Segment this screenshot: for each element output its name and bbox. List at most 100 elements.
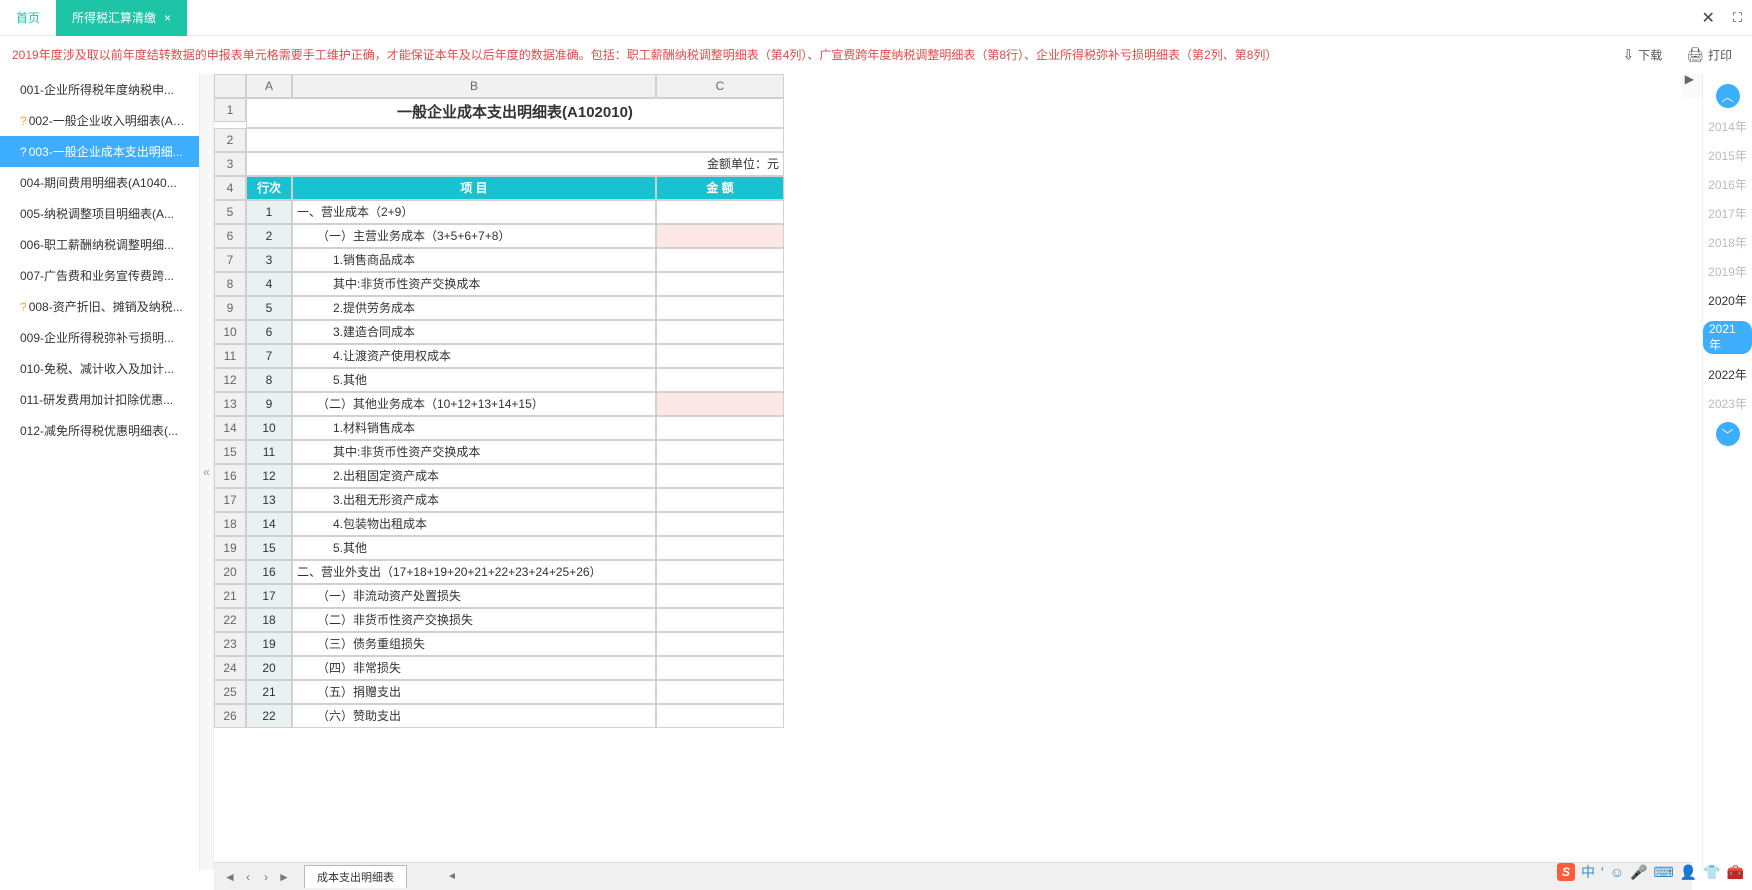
col-header-A[interactable]: A — [246, 74, 292, 98]
row-header-2[interactable]: 2 — [214, 128, 246, 152]
sidebar-item-5[interactable]: 006-职工薪酬纳税调整明细... — [0, 229, 199, 260]
sidebar-item-6[interactable]: 007-广告费和业务宣传费跨... — [0, 260, 199, 291]
row-header-3[interactable]: 3 — [214, 152, 246, 176]
year-2021年[interactable]: 2021年 — [1703, 321, 1752, 354]
year-2020年[interactable]: 2020年 — [1708, 292, 1747, 309]
amount-cell[interactable] — [656, 440, 784, 464]
year-2022年[interactable]: 2022年 — [1708, 366, 1747, 383]
row-header-26[interactable]: 26 — [214, 704, 246, 728]
row-header-10[interactable]: 10 — [214, 320, 246, 344]
row-header-8[interactable]: 8 — [214, 272, 246, 296]
row-header-4[interactable]: 4 — [214, 176, 246, 200]
sidebar-item-9[interactable]: 010-免税、减计收入及加计... — [0, 353, 199, 384]
amount-cell[interactable] — [656, 608, 784, 632]
amount-cell[interactable] — [656, 200, 784, 224]
row-header-6[interactable]: 6 — [214, 224, 246, 248]
ime-skin-icon[interactable]: 👕 — [1703, 864, 1720, 881]
sidebar-item-2[interactable]: ?003-一般企业成本支出明细... — [0, 136, 199, 167]
row-header-18[interactable]: 18 — [214, 512, 246, 536]
sidebar-item-3[interactable]: 004-期间费用明细表(A1040... — [0, 167, 199, 198]
sidebar-item-10[interactable]: 011-研发费用加计扣除优惠... — [0, 384, 199, 415]
close-window-icon[interactable]: ✕ — [1701, 8, 1714, 28]
row-header-1[interactable]: 1 — [214, 98, 246, 122]
row-header-14[interactable]: 14 — [214, 416, 246, 440]
ime-mic-icon[interactable]: 🎤 — [1630, 864, 1647, 881]
row-header-12[interactable]: 12 — [214, 368, 246, 392]
amount-cell[interactable] — [656, 320, 784, 344]
sheet-nav-prev-icon[interactable]: ‹ — [240, 870, 256, 884]
amount-cell[interactable] — [656, 632, 784, 656]
download-button[interactable]: ⇩ 下载 — [1622, 45, 1662, 66]
col-header-corner[interactable] — [214, 74, 246, 98]
row-header-25[interactable]: 25 — [214, 680, 246, 704]
amount-cell[interactable] — [656, 488, 784, 512]
amount-cell[interactable] — [656, 584, 784, 608]
scroll-right-icon[interactable]: ▶ — [1685, 74, 1694, 86]
amount-cell[interactable] — [656, 296, 784, 320]
row-header-15[interactable]: 15 — [214, 440, 246, 464]
sheet-nav-first-icon[interactable]: ◄ — [222, 870, 238, 884]
amount-cell[interactable] — [656, 416, 784, 440]
ime-smile-icon[interactable]: ☺ — [1610, 864, 1624, 880]
scroll-up-icon[interactable]: ︿ — [1716, 84, 1740, 108]
amount-cell[interactable] — [656, 656, 784, 680]
tab-tax-settlement[interactable]: 所得税汇算清缴 × — [56, 0, 187, 36]
sidebar-item-11[interactable]: 012-减免所得税优惠明细表(... — [0, 415, 199, 446]
sheet-nav-next-icon[interactable]: › — [258, 870, 274, 884]
ime-user-icon[interactable]: 👤 — [1680, 864, 1697, 881]
sidebar-item-8[interactable]: 009-企业所得税弥补亏损明... — [0, 322, 199, 353]
scroll-down-icon[interactable]: ﹀ — [1716, 422, 1740, 446]
close-icon[interactable]: × — [164, 11, 171, 25]
row-header-23[interactable]: 23 — [214, 632, 246, 656]
amount-cell[interactable] — [656, 704, 784, 728]
amount-cell[interactable] — [656, 560, 784, 584]
amount-cell[interactable] — [656, 272, 784, 296]
year-2017年[interactable]: 2017年 — [1708, 205, 1747, 222]
amount-cell[interactable] — [656, 392, 784, 416]
year-2014年[interactable]: 2014年 — [1708, 118, 1747, 135]
year-2019年[interactable]: 2019年 — [1708, 263, 1747, 280]
col-header-C[interactable]: C — [656, 74, 784, 98]
year-2015年[interactable]: 2015年 — [1708, 147, 1747, 164]
year-2018年[interactable]: 2018年 — [1708, 234, 1747, 251]
ime-keyboard-icon[interactable]: ⌨ — [1653, 864, 1673, 881]
row-header-16[interactable]: 16 — [214, 464, 246, 488]
year-2016年[interactable]: 2016年 — [1708, 176, 1747, 193]
amount-cell[interactable] — [656, 224, 784, 248]
sheet-tab[interactable]: 成本支出明细表 — [304, 865, 407, 888]
row-header-17[interactable]: 17 — [214, 488, 246, 512]
sidebar-item-7[interactable]: ?008-资产折旧、摊销及纳税... — [0, 291, 199, 322]
row-header-20[interactable]: 20 — [214, 560, 246, 584]
year-2023年[interactable]: 2023年 — [1708, 395, 1747, 412]
col-header-B[interactable]: B — [292, 74, 656, 98]
row-header-9[interactable]: 9 — [214, 296, 246, 320]
sidebar-item-0[interactable]: 001-企业所得税年度纳税申... — [0, 74, 199, 105]
row-header-13[interactable]: 13 — [214, 392, 246, 416]
amount-cell[interactable] — [656, 464, 784, 488]
row-header-22[interactable]: 22 — [214, 608, 246, 632]
amount-cell[interactable] — [656, 512, 784, 536]
horizontal-scrollbar[interactable] — [447, 871, 1692, 883]
fullscreen-icon[interactable]: ⛶ — [1733, 10, 1742, 26]
amount-cell[interactable] — [656, 536, 784, 560]
amount-cell[interactable] — [656, 248, 784, 272]
amount-cell[interactable] — [656, 344, 784, 368]
ime-toolbox-icon[interactable]: 🧰 — [1727, 864, 1744, 881]
row-header-5[interactable]: 5 — [214, 200, 246, 224]
amount-cell[interactable] — [656, 680, 784, 704]
sogou-logo-icon[interactable]: S — [1557, 863, 1575, 881]
row-header-19[interactable]: 19 — [214, 536, 246, 560]
sidebar-item-1[interactable]: ?002-一般企业收入明细表(A10... — [0, 105, 199, 136]
ime-punct[interactable]: ' — [1601, 864, 1604, 880]
tab-home[interactable]: 首页 — [0, 0, 56, 36]
print-button[interactable]: 🖨 打印 — [1686, 45, 1732, 66]
amount-cell[interactable] — [656, 368, 784, 392]
ime-lang[interactable]: 中 — [1581, 862, 1595, 882]
row-header-21[interactable]: 21 — [214, 584, 246, 608]
row-header-24[interactable]: 24 — [214, 656, 246, 680]
sidebar-item-4[interactable]: 005-纳税调整项目明细表(A... — [0, 198, 199, 229]
sidebar-collapse-handle[interactable]: « — [200, 74, 214, 870]
row-header-7[interactable]: 7 — [214, 248, 246, 272]
row-header-11[interactable]: 11 — [214, 344, 246, 368]
sheet-nav-last-icon[interactable]: ► — [276, 870, 292, 884]
